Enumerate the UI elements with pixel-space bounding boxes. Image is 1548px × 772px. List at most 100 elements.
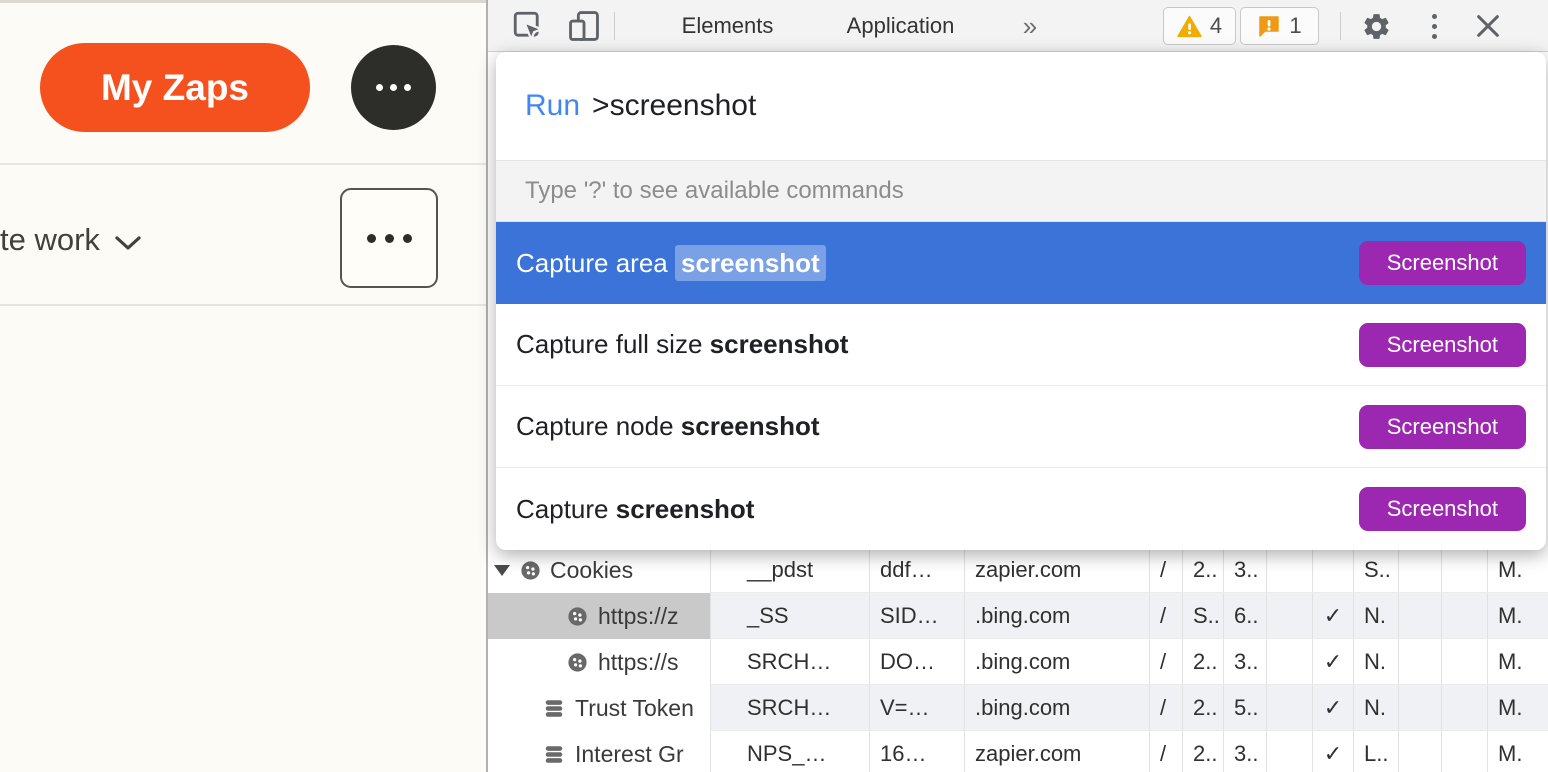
table-row[interactable]: __pdstddf…zapier.com/2..3.. S.. M. bbox=[711, 547, 1548, 593]
sidebar-item-cookie-origin[interactable]: https://z bbox=[488, 593, 710, 639]
device-toolbar-icon[interactable] bbox=[562, 0, 606, 52]
command-input[interactable]: Run >screenshot bbox=[496, 52, 1546, 160]
zapier-page: My Zaps te work bbox=[0, 0, 486, 772]
table-cell[interactable] bbox=[1267, 639, 1313, 684]
table-cell[interactable]: ✓ bbox=[1313, 639, 1354, 684]
sidebar-item-trust-tokens[interactable]: Trust Token bbox=[488, 685, 710, 731]
table-cell[interactable]: zapier.com bbox=[965, 547, 1150, 592]
table-cell[interactable]: ✓ bbox=[1313, 731, 1354, 772]
tab-elements[interactable]: Elements bbox=[670, 0, 785, 52]
my-zaps-button[interactable]: My Zaps bbox=[40, 43, 310, 132]
table-cell[interactable]: 3.. bbox=[1224, 639, 1267, 684]
table-cell[interactable]: N. bbox=[1354, 639, 1399, 684]
table-cell[interactable]: L.. bbox=[1354, 731, 1399, 772]
sidebar-item-cookies[interactable]: Cookies bbox=[488, 547, 710, 593]
table-cell[interactable]: NPS_… bbox=[711, 731, 870, 772]
table-cell[interactable]: M. bbox=[1488, 639, 1548, 684]
more-tabs-icon[interactable]: » bbox=[1013, 0, 1047, 52]
table-cell[interactable]: / bbox=[1150, 731, 1183, 772]
table-cell[interactable]: M. bbox=[1488, 593, 1548, 638]
table-cell[interactable]: .bing.com bbox=[965, 639, 1150, 684]
table-cell[interactable] bbox=[1399, 731, 1442, 772]
table-cell[interactable]: __pdst bbox=[711, 547, 870, 592]
cookie-icon bbox=[566, 605, 589, 628]
table-row[interactable]: SRCH…DO….bing.com/2..3.. ✓N. M. bbox=[711, 639, 1548, 685]
table-cell[interactable]: / bbox=[1150, 685, 1183, 730]
table-cell[interactable]: .bing.com bbox=[965, 593, 1150, 638]
command-item-capture-screenshot[interactable]: Capture screenshot Screenshot bbox=[496, 468, 1546, 550]
table-cell[interactable]: 5.. bbox=[1224, 685, 1267, 730]
table-cell[interactable] bbox=[1399, 593, 1442, 638]
warnings-badge[interactable]: 4 bbox=[1163, 7, 1236, 45]
table-cell[interactable] bbox=[1399, 685, 1442, 730]
table-cell[interactable]: M. bbox=[1488, 547, 1548, 592]
storage-sidebar: Cookies https://z ht bbox=[488, 547, 710, 772]
command-category-badge: Screenshot bbox=[1359, 323, 1526, 367]
table-cell[interactable]: SRCH… bbox=[711, 639, 870, 684]
table-cell[interactable]: 16… bbox=[870, 731, 965, 772]
table-cell[interactable] bbox=[1442, 685, 1488, 730]
table-cell[interactable]: S.. bbox=[1183, 593, 1224, 638]
table-cell[interactable]: / bbox=[1150, 547, 1183, 592]
table-cell[interactable] bbox=[1267, 593, 1313, 638]
close-icon[interactable] bbox=[1466, 0, 1510, 52]
table-cell[interactable]: N. bbox=[1354, 685, 1399, 730]
table-cell[interactable]: M. bbox=[1488, 685, 1548, 730]
table-cell[interactable]: V=… bbox=[870, 685, 965, 730]
tab-application[interactable]: Application bbox=[833, 0, 968, 52]
kebab-menu-icon[interactable] bbox=[1416, 0, 1452, 52]
table-cell[interactable]: S.. bbox=[1354, 547, 1399, 592]
table-cell[interactable]: 2.. bbox=[1183, 731, 1224, 772]
workspace-label: te work bbox=[0, 222, 100, 258]
settings-gear-icon[interactable] bbox=[1354, 0, 1398, 52]
table-cell[interactable]: ✓ bbox=[1313, 685, 1354, 730]
table-cell[interactable] bbox=[1442, 547, 1488, 592]
devtools-toolbar: Elements Application » 4 1 bbox=[488, 0, 1548, 52]
table-cell[interactable]: zapier.com bbox=[965, 731, 1150, 772]
database-icon bbox=[543, 743, 565, 766]
table-row[interactable]: SRCH…V=….bing.com/2..5.. ✓N. M. bbox=[711, 685, 1548, 731]
table-cell[interactable]: _SS bbox=[711, 593, 870, 638]
command-item-capture-full-size-screenshot[interactable]: Capture full size screenshot Screenshot bbox=[496, 304, 1546, 386]
table-cell[interactable] bbox=[1399, 547, 1442, 592]
table-cell[interactable]: 6.. bbox=[1224, 593, 1267, 638]
cookie-icon bbox=[519, 559, 542, 582]
table-cell[interactable] bbox=[1399, 639, 1442, 684]
workspace-dropdown[interactable]: te work bbox=[0, 218, 142, 262]
table-cell[interactable]: 3.. bbox=[1224, 547, 1267, 592]
toolbar-divider bbox=[1340, 12, 1341, 40]
table-cell[interactable]: 2.. bbox=[1183, 547, 1224, 592]
table-cell[interactable]: .bing.com bbox=[965, 685, 1150, 730]
table-cell[interactable]: 3.. bbox=[1224, 731, 1267, 772]
table-row[interactable]: _SSSID….bing.com/S..6.. ✓N. M. bbox=[711, 593, 1548, 639]
command-menu: Run >screenshot Type '?' to see availabl… bbox=[496, 52, 1546, 550]
table-cell[interactable]: ✓ bbox=[1313, 593, 1354, 638]
table-cell[interactable]: / bbox=[1150, 639, 1183, 684]
table-cell[interactable] bbox=[1442, 639, 1488, 684]
table-cell[interactable]: 2.. bbox=[1183, 685, 1224, 730]
divider bbox=[0, 304, 486, 306]
table-cell[interactable] bbox=[1313, 547, 1354, 592]
table-cell[interactable]: N. bbox=[1354, 593, 1399, 638]
table-row[interactable]: NPS_…16…zapier.com/2..3.. ✓L.. M. bbox=[711, 731, 1548, 772]
table-cell[interactable]: DO… bbox=[870, 639, 965, 684]
sidebar-item-cookie-origin[interactable]: https://s bbox=[488, 639, 710, 685]
command-item-capture-node-screenshot[interactable]: Capture node screenshot Screenshot bbox=[496, 386, 1546, 468]
inspect-element-icon[interactable] bbox=[506, 0, 550, 52]
table-cell[interactable]: SID… bbox=[870, 593, 965, 638]
table-cell[interactable]: / bbox=[1150, 593, 1183, 638]
table-cell[interactable] bbox=[1267, 685, 1313, 730]
sidebar-item-interest-groups[interactable]: Interest Gr bbox=[488, 731, 710, 772]
table-cell[interactable] bbox=[1267, 547, 1313, 592]
table-cell[interactable]: SRCH… bbox=[711, 685, 870, 730]
table-cell[interactable]: M. bbox=[1488, 731, 1548, 772]
table-cell[interactable] bbox=[1267, 731, 1313, 772]
table-cell[interactable] bbox=[1442, 593, 1488, 638]
folder-more-button[interactable] bbox=[340, 188, 438, 288]
command-item-capture-area-screenshot[interactable]: Capture area screenshot Screenshot bbox=[496, 222, 1546, 304]
table-cell[interactable]: 2.. bbox=[1183, 639, 1224, 684]
issues-badge[interactable]: 1 bbox=[1240, 7, 1319, 45]
table-cell[interactable]: ddf… bbox=[870, 547, 965, 592]
account-more-button[interactable] bbox=[351, 45, 436, 130]
table-cell[interactable] bbox=[1442, 731, 1488, 772]
